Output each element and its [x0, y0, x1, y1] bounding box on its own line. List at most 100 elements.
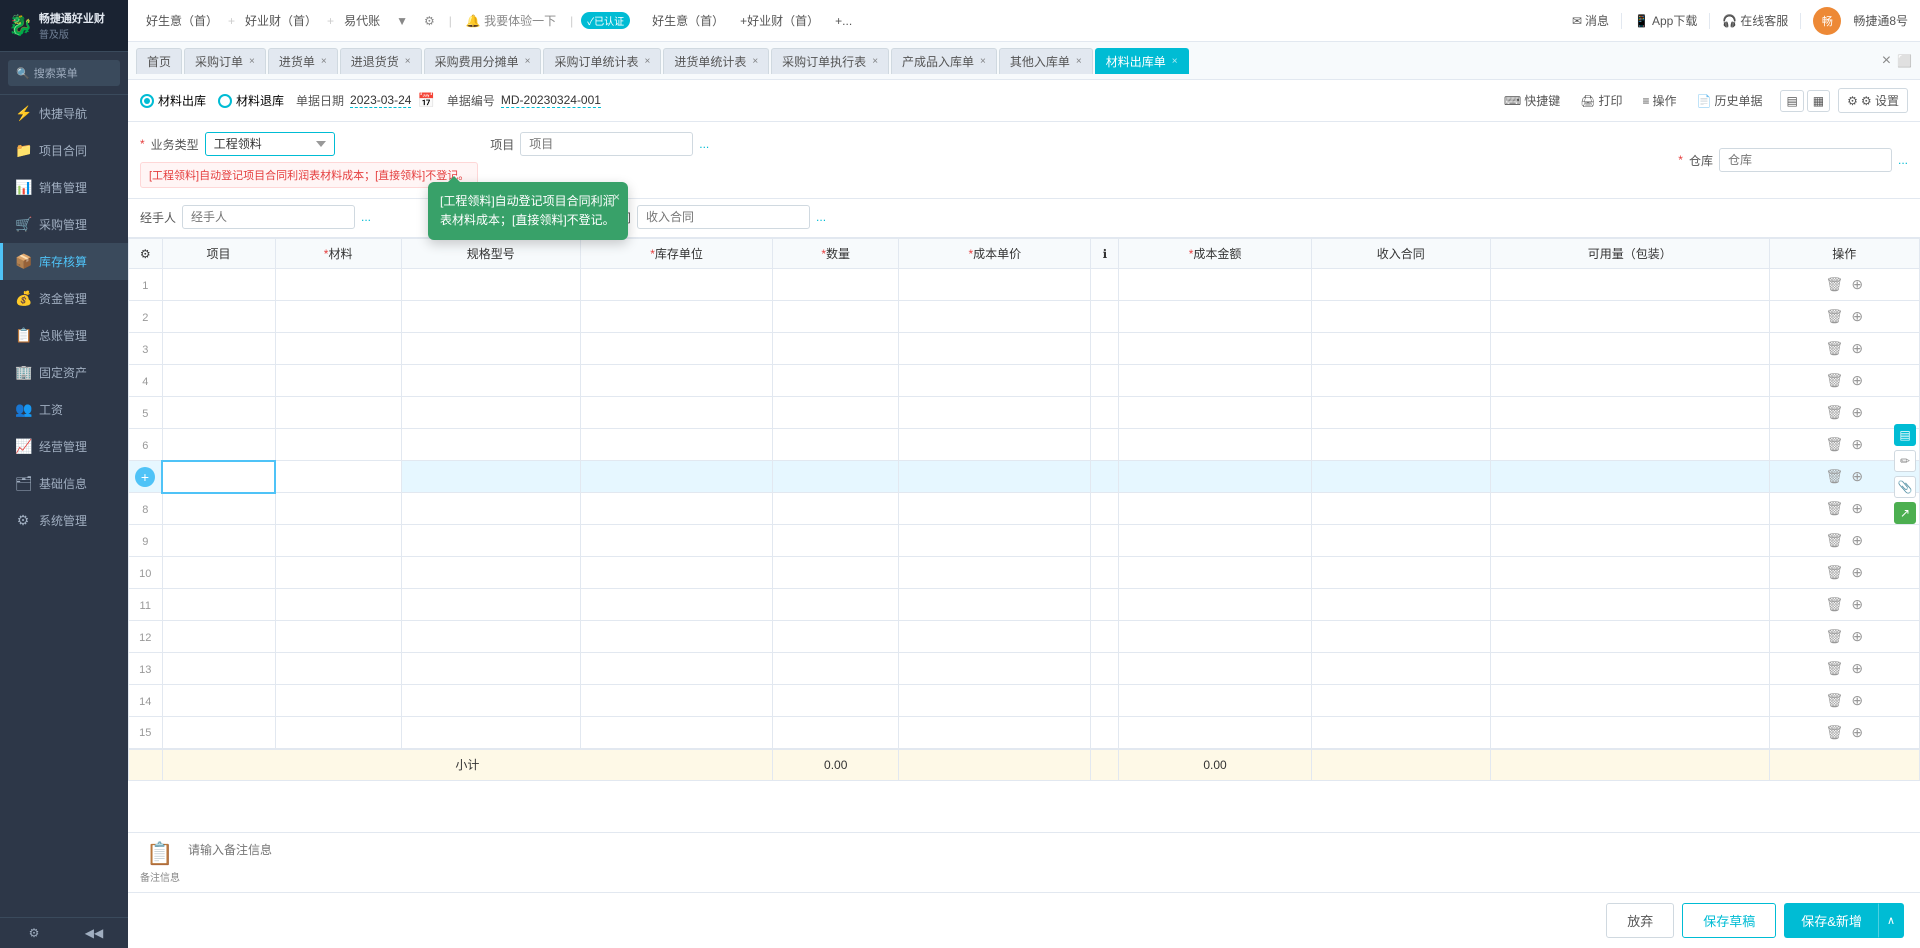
spec-cell[interactable] [401, 269, 580, 301]
project-input[interactable] [520, 132, 693, 156]
sidebar-item-accounting[interactable]: 📋 总账管理 [0, 317, 128, 354]
topbar-nav-easy-account[interactable]: 易代账 [338, 10, 386, 31]
delete-row-button[interactable]: 🗑 [1824, 658, 1846, 679]
project-cell[interactable] [162, 301, 275, 333]
right-icon-attachment[interactable]: 📎 [1894, 476, 1916, 498]
copy-row-button[interactable]: ⊕ [1849, 466, 1865, 487]
right-icon-table[interactable]: ▤ [1894, 424, 1916, 446]
tab-incoming[interactable]: 进货单 × [268, 48, 338, 74]
tabs-more-button[interactable]: ⬜ [1897, 54, 1912, 68]
sidebar-collapse-button[interactable]: ◀◀ [68, 926, 120, 940]
handler-input[interactable] [182, 205, 355, 229]
copy-row-button[interactable]: ⊕ [1849, 338, 1865, 359]
income-contract-cell[interactable] [1311, 269, 1490, 301]
tab-close-icon[interactable]: × [525, 56, 531, 67]
tab-close-icon[interactable]: × [249, 56, 255, 67]
handler-ellipsis-btn[interactable]: ... [361, 210, 371, 224]
tab-close-icon[interactable]: × [872, 56, 878, 67]
search-menu-button[interactable]: 🔍 搜索菜单 [8, 60, 120, 86]
sidebar-item-basic[interactable]: 🗂 基础信息 [0, 465, 128, 502]
tab-home[interactable]: 首页 [136, 48, 182, 74]
delete-row-button[interactable]: 🗑 [1824, 722, 1846, 743]
calendar-icon[interactable]: 📅 [417, 92, 434, 109]
copy-row-button[interactable]: ⊕ [1849, 306, 1865, 327]
tab-close-icon[interactable]: × [980, 56, 986, 67]
copy-row-button[interactable]: ⊕ [1849, 370, 1865, 391]
sidebar-item-assets[interactable]: 🏢 固定资产 [0, 354, 128, 391]
income-contract-cell[interactable] [1311, 301, 1490, 333]
topbar-nav-settings[interactable]: ⚙ [418, 12, 441, 30]
tab-purchase-exec[interactable]: 采购订单执行表 × [771, 48, 889, 74]
tab-close-icon[interactable]: × [321, 56, 327, 67]
material-cell[interactable] [275, 301, 401, 333]
tab-close-icon[interactable]: × [644, 56, 650, 67]
delete-row-button[interactable]: 🗑 [1824, 626, 1846, 647]
sidebar-item-purchase[interactable]: 🛒 采购管理 [0, 206, 128, 243]
active-material-cell[interactable] [275, 461, 401, 493]
delete-row-button[interactable]: 🗑 [1824, 466, 1846, 487]
income-contract-ellipsis-btn[interactable]: ... [816, 210, 826, 224]
delete-row-button[interactable]: 🗑 [1824, 306, 1846, 327]
col-cost-info[interactable]: ℹ [1091, 239, 1119, 269]
topbar-nav-dropdown[interactable]: ▼ [390, 12, 414, 30]
copy-row-button[interactable]: ⊕ [1849, 594, 1865, 615]
project-cell[interactable] [162, 269, 275, 301]
copy-row-button[interactable]: ⊕ [1849, 690, 1865, 711]
active-project-cell[interactable] [162, 461, 275, 493]
print-button[interactable]: 🖨 打印 [1574, 89, 1628, 112]
copy-row-button[interactable]: ⊕ [1849, 434, 1865, 455]
topbar-nav-more[interactable]: +... [829, 12, 858, 30]
save-draft-button[interactable]: 保存草稿 [1682, 903, 1776, 938]
delete-row-button[interactable]: 🗑 [1824, 274, 1846, 295]
tab-close-icon[interactable]: × [405, 56, 411, 67]
notes-textarea[interactable] [188, 841, 1908, 881]
sidebar-item-quicknav[interactable]: ⚡ 快捷导航 [0, 95, 128, 132]
copy-row-button[interactable]: ⊕ [1849, 274, 1865, 295]
history-button[interactable]: 📄 历史单据 [1690, 89, 1768, 112]
quantity-cell[interactable] [773, 269, 899, 301]
delete-row-button[interactable]: 🗑 [1824, 562, 1846, 583]
date-value[interactable]: 2023-03-24 [350, 93, 411, 108]
tab-incoming-return[interactable]: 进退货货 × [340, 48, 422, 74]
cost-price-cell[interactable] [899, 301, 1091, 333]
copy-row-button[interactable]: ⊕ [1849, 498, 1865, 519]
copy-row-button[interactable]: ⊕ [1849, 722, 1865, 743]
delete-row-button[interactable]: 🗑 [1824, 498, 1846, 519]
warehouse-ellipsis-btn[interactable]: ... [1898, 153, 1908, 167]
unit-cell[interactable] [580, 269, 772, 301]
shortcut-button[interactable]: ⌨ 快捷键 [1498, 89, 1566, 112]
available-cell[interactable] [1490, 301, 1769, 333]
tab-other-inbound[interactable]: 其他入库单 × [999, 48, 1093, 74]
save-new-arrow-button[interactable]: ∧ [1878, 903, 1904, 938]
sidebar-item-payroll[interactable]: 👥 工资 [0, 391, 128, 428]
tab-purchase-expense[interactable]: 采购费用分摊单 × [424, 48, 542, 74]
tab-finished-goods[interactable]: 产成品入库单 × [891, 48, 997, 74]
radio-material-return[interactable]: 材料退库 [218, 92, 284, 109]
view-list-button[interactable]: ▤ [1780, 90, 1803, 112]
right-icon-edit[interactable]: ✏ [1894, 450, 1916, 472]
tab-material-outbound[interactable]: 材料出库单 × [1095, 48, 1189, 74]
sidebar-item-finance[interactable]: 💰 资金管理 [0, 280, 128, 317]
delete-row-button[interactable]: 🗑 [1824, 690, 1846, 711]
add-row-button[interactable]: + [135, 467, 155, 487]
save-new-main-button[interactable]: 保存&新增 [1784, 903, 1878, 938]
sidebar-item-system[interactable]: ⚙ 系统管理 [0, 502, 128, 539]
settings-button[interactable]: ⚙ ⚙ 设置 [1838, 88, 1908, 113]
topbar-nav-good-finance2[interactable]: +好业财（首） [734, 10, 825, 31]
view-grid-button[interactable]: ▦ [1807, 90, 1830, 112]
cost-price-cell[interactable] [899, 269, 1091, 301]
radio-material-out[interactable]: 材料出库 [140, 92, 206, 109]
online-service-button[interactable]: 🎧 在线客服 [1722, 12, 1788, 29]
delete-row-button[interactable]: 🗑 [1824, 338, 1846, 359]
sidebar-settings-button[interactable]: ⚙ [8, 926, 60, 940]
topbar-nav-good-business[interactable]: 好生意（首） [140, 10, 224, 31]
cost-amount-cell[interactable] [1119, 301, 1311, 333]
topbar-nav-good-business2[interactable]: 好生意（首） [646, 10, 730, 31]
sidebar-item-sales[interactable]: 📊 销售管理 [0, 169, 128, 206]
tab-incoming-stats[interactable]: 进货单统计表 × [663, 48, 769, 74]
sidebar-item-project[interactable]: 📁 项目合同 [0, 132, 128, 169]
delete-row-button[interactable]: 🗑 [1824, 434, 1846, 455]
col-settings[interactable]: ⚙ [129, 239, 163, 269]
spec-cell[interactable] [401, 301, 580, 333]
user-name[interactable]: 畅捷通8号 [1853, 12, 1908, 29]
